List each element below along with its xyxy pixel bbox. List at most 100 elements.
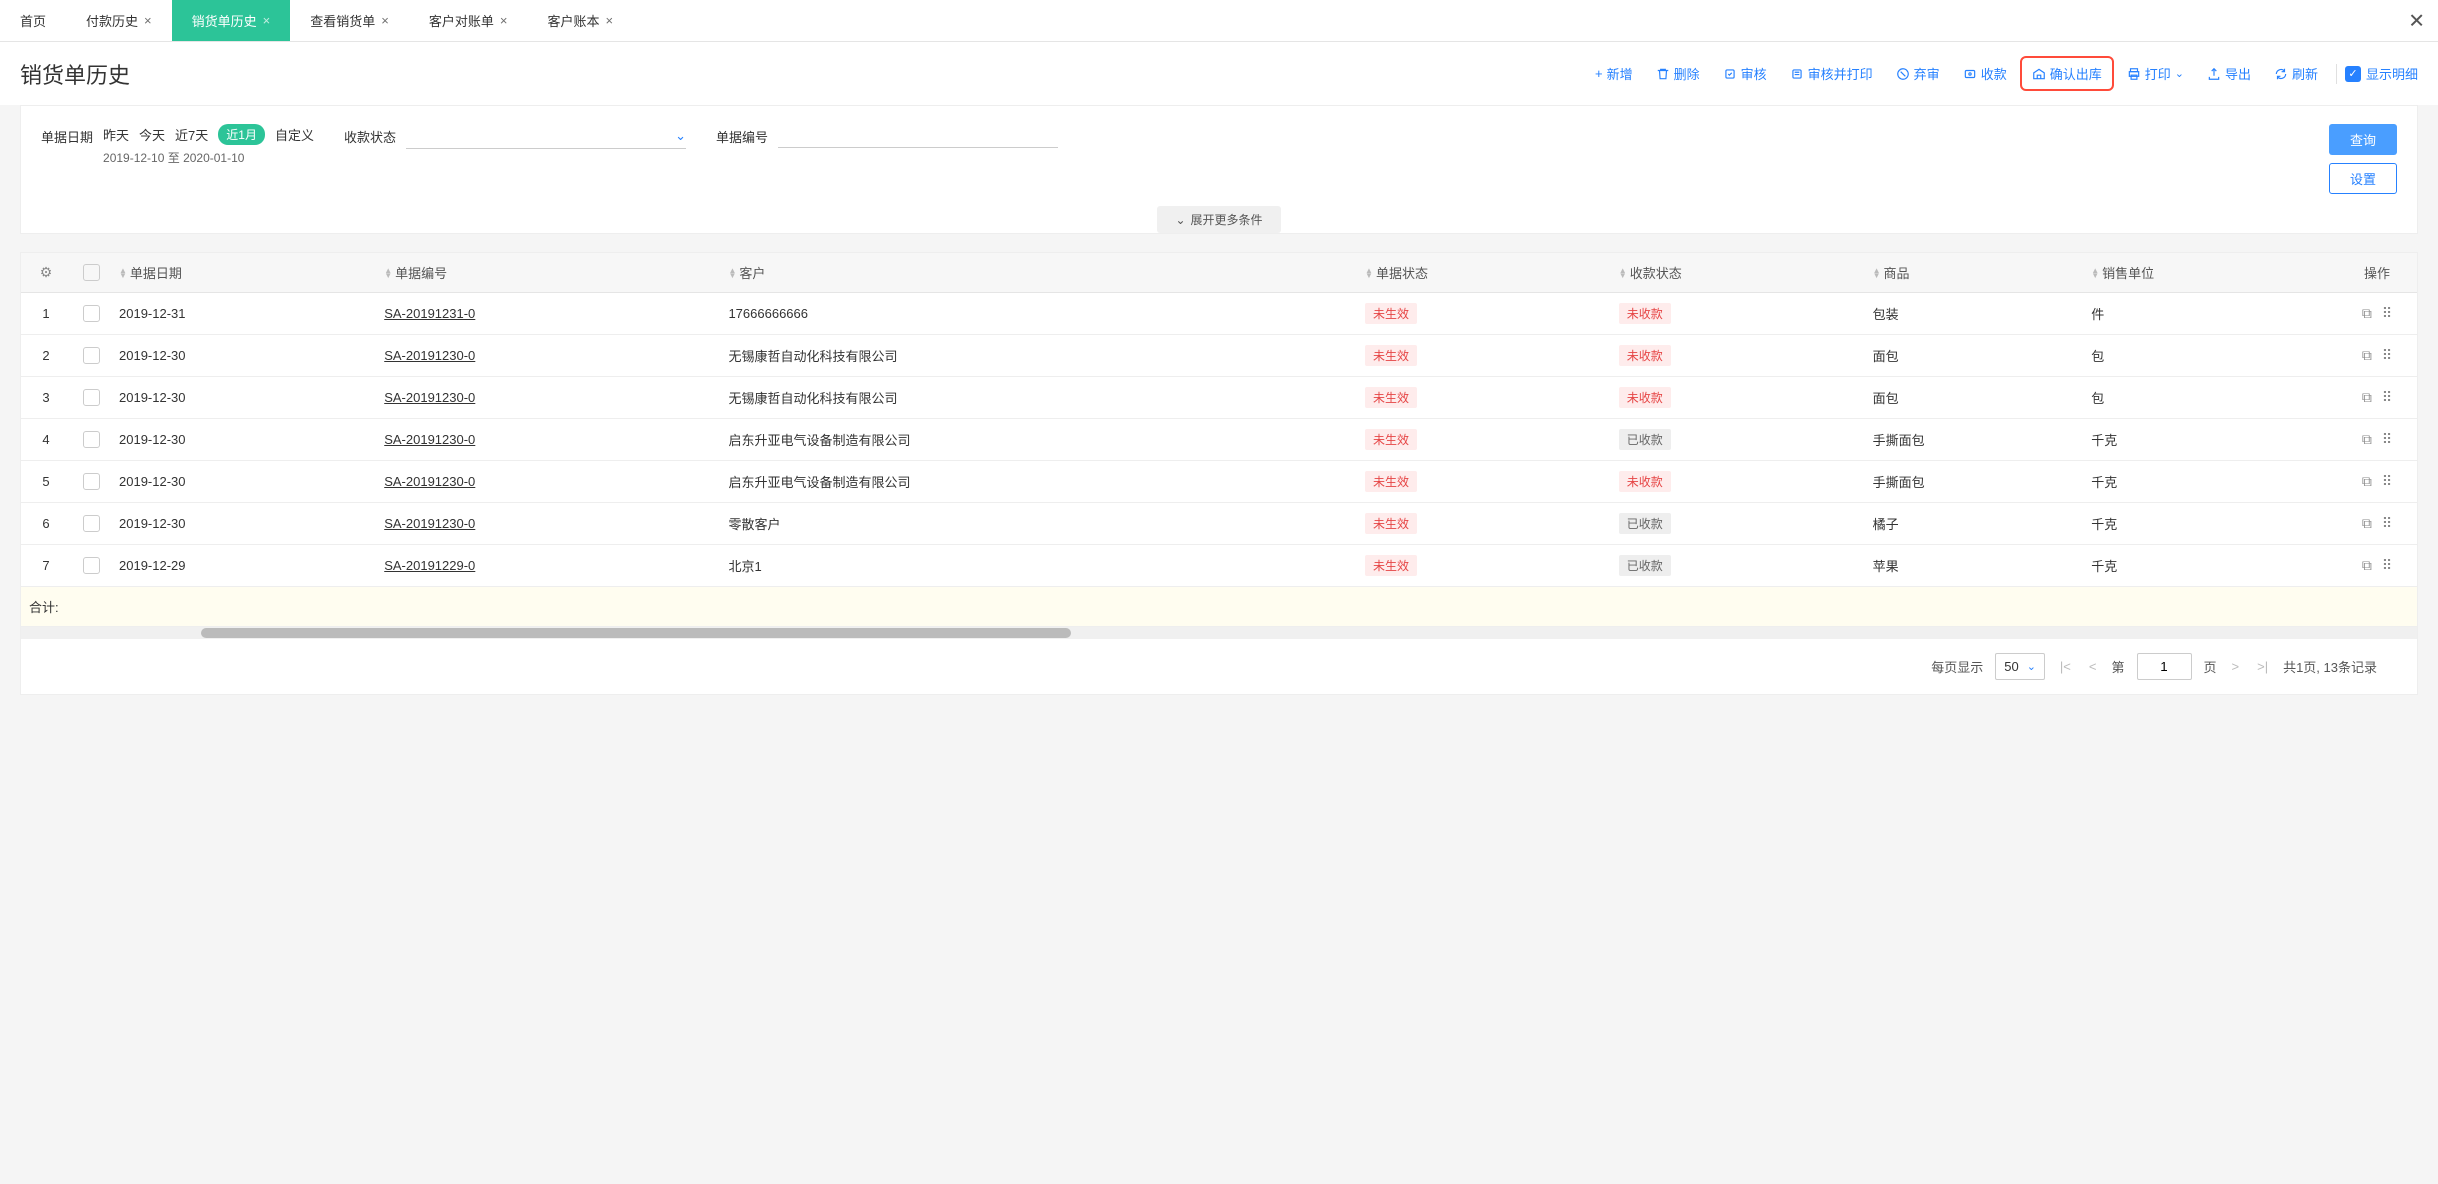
doc-link[interactable]: SA-20191231-0 bbox=[384, 306, 475, 321]
next-page-icon[interactable]: > bbox=[2229, 656, 2243, 677]
col-customer[interactable]: ▲▼客户 bbox=[720, 253, 1357, 293]
last-page-icon[interactable]: >| bbox=[2254, 656, 2271, 677]
doc-link[interactable]: SA-20191229-0 bbox=[384, 558, 475, 573]
add-button[interactable]: +新增 bbox=[1585, 59, 1643, 88]
close-icon[interactable]: × bbox=[605, 13, 613, 28]
cell-pay-status: 未收款 bbox=[1611, 335, 1865, 377]
col-product[interactable]: ▲▼商品 bbox=[1865, 253, 2084, 293]
per-page-label: 每页显示 bbox=[1931, 657, 1983, 676]
col-unit[interactable]: ▲▼销售单位 bbox=[2083, 253, 2337, 293]
view-icon[interactable]: ⧉ bbox=[2362, 473, 2372, 490]
cell-customer: 零散客户 bbox=[720, 503, 1357, 545]
tab-sales-history[interactable]: 销货单历史× bbox=[172, 0, 291, 41]
expand-filter-button[interactable]: ⌄展开更多条件 bbox=[1157, 206, 1280, 233]
unapprove-button[interactable]: 弃审 bbox=[1886, 59, 1950, 88]
col-doc-status[interactable]: ▲▼单据状态 bbox=[1357, 253, 1611, 293]
doc-link[interactable]: SA-20191230-0 bbox=[384, 432, 475, 447]
audit-button[interactable]: 审核 bbox=[1713, 59, 1777, 88]
row-checkbox[interactable] bbox=[71, 293, 111, 335]
row-index: 2 bbox=[21, 335, 71, 377]
status-badge: 未生效 bbox=[1365, 555, 1417, 576]
close-icon[interactable]: × bbox=[381, 13, 389, 28]
doc-link[interactable]: SA-20191230-0 bbox=[384, 474, 475, 489]
cell-pay-status: 未收款 bbox=[1611, 293, 1865, 335]
row-checkbox[interactable] bbox=[71, 377, 111, 419]
row-checkbox[interactable] bbox=[71, 545, 111, 587]
doc-no-input[interactable] bbox=[778, 124, 1058, 148]
close-icon[interactable]: × bbox=[500, 13, 508, 28]
row-checkbox[interactable] bbox=[71, 461, 111, 503]
export-button[interactable]: 导出 bbox=[2197, 59, 2261, 88]
trash-icon bbox=[1656, 67, 1670, 81]
table-row: 62019-12-30SA-20191230-0零散客户未生效已收款橘子千克⧉⠿ bbox=[21, 503, 2417, 545]
row-checkbox[interactable] bbox=[71, 419, 111, 461]
more-icon[interactable]: ⠿ bbox=[2382, 431, 2392, 448]
horizontal-scrollbar[interactable] bbox=[21, 627, 2417, 639]
delete-button[interactable]: 删除 bbox=[1646, 59, 1710, 88]
confirm-out-button[interactable]: 确认出库 bbox=[2020, 56, 2114, 91]
tab-customer-ledger[interactable]: 客户账本× bbox=[527, 0, 633, 41]
sort-icon: ▲▼ bbox=[384, 268, 392, 278]
cell-doc-no: SA-20191230-0 bbox=[376, 377, 720, 419]
sort-icon: ▲▼ bbox=[1873, 268, 1881, 278]
doc-link[interactable]: SA-20191230-0 bbox=[384, 390, 475, 405]
view-icon[interactable]: ⧉ bbox=[2362, 515, 2372, 532]
more-icon[interactable]: ⠿ bbox=[2382, 347, 2392, 364]
date-opt-custom[interactable]: 自定义 bbox=[275, 125, 314, 144]
col-date[interactable]: ▲▼单据日期 bbox=[111, 253, 376, 293]
view-icon[interactable]: ⧉ bbox=[2362, 305, 2372, 322]
collect-button[interactable]: 收款 bbox=[1953, 59, 2017, 88]
date-opt-yesterday[interactable]: 昨天 bbox=[103, 125, 129, 144]
cell-pay-status: 已收款 bbox=[1611, 545, 1865, 587]
print-button[interactable]: 打印⌄ bbox=[2117, 59, 2194, 88]
col-select-all[interactable] bbox=[71, 253, 111, 293]
cell-unit: 千克 bbox=[2083, 419, 2337, 461]
sort-icon: ▲▼ bbox=[1365, 268, 1373, 278]
tab-payment-history[interactable]: 付款历史× bbox=[66, 0, 172, 41]
more-icon[interactable]: ⠿ bbox=[2382, 473, 2392, 490]
refresh-button[interactable]: 刷新 bbox=[2264, 59, 2328, 88]
close-all-icon[interactable]: ✕ bbox=[2403, 3, 2430, 38]
query-button[interactable]: 查询 bbox=[2329, 124, 2397, 155]
page-input[interactable] bbox=[2137, 653, 2192, 680]
row-checkbox[interactable] bbox=[71, 503, 111, 545]
more-icon[interactable]: ⠿ bbox=[2382, 515, 2392, 532]
scrollbar-thumb[interactable] bbox=[201, 628, 1071, 638]
view-icon[interactable]: ⧉ bbox=[2362, 557, 2372, 574]
close-icon[interactable]: × bbox=[263, 13, 271, 28]
doc-link[interactable]: SA-20191230-0 bbox=[384, 516, 475, 531]
pay-status-select[interactable]: ⌄ bbox=[406, 124, 686, 149]
date-opt-today[interactable]: 今天 bbox=[139, 125, 165, 144]
tab-view-sales[interactable]: 查看销货单× bbox=[290, 0, 409, 41]
view-icon[interactable]: ⧉ bbox=[2362, 389, 2372, 406]
row-index: 1 bbox=[21, 293, 71, 335]
date-opt-week[interactable]: 近7天 bbox=[175, 125, 208, 144]
more-icon[interactable]: ⠿ bbox=[2382, 305, 2392, 322]
tab-home[interactable]: 首页 bbox=[0, 0, 66, 41]
view-icon[interactable]: ⧉ bbox=[2362, 347, 2372, 364]
cell-doc-no: SA-20191230-0 bbox=[376, 419, 720, 461]
cell-customer: 北京1 bbox=[720, 545, 1357, 587]
per-page-select[interactable]: 50⌄ bbox=[1995, 653, 2045, 680]
audit-print-button[interactable]: 审核并打印 bbox=[1780, 59, 1883, 88]
close-icon[interactable]: × bbox=[144, 13, 152, 28]
more-icon[interactable]: ⠿ bbox=[2382, 557, 2392, 574]
toolbar: +新增 删除 审核 审核并打印 弃审 收款 确认出库 打印⌄ 导出 刷新 ✓显示… bbox=[1585, 56, 2418, 91]
tab-customer-statement[interactable]: 客户对账单× bbox=[409, 0, 528, 41]
view-icon[interactable]: ⧉ bbox=[2362, 431, 2372, 448]
show-detail-toggle[interactable]: ✓显示明细 bbox=[2345, 64, 2418, 83]
stamp-print-icon bbox=[1790, 67, 1804, 81]
date-opt-month[interactable]: 近1月 bbox=[218, 124, 265, 145]
more-icon[interactable]: ⠿ bbox=[2382, 389, 2392, 406]
row-checkbox[interactable] bbox=[71, 335, 111, 377]
first-page-icon[interactable]: |< bbox=[2057, 656, 2074, 677]
setting-button[interactable]: 设置 bbox=[2329, 163, 2397, 194]
col-settings[interactable]: ⚙ bbox=[21, 253, 71, 293]
prev-page-icon[interactable]: < bbox=[2086, 656, 2100, 677]
col-doc-no[interactable]: ▲▼单据编号 bbox=[376, 253, 720, 293]
cell-doc-no: SA-20191231-0 bbox=[376, 293, 720, 335]
doc-link[interactable]: SA-20191230-0 bbox=[384, 348, 475, 363]
col-pay-status[interactable]: ▲▼收款状态 bbox=[1611, 253, 1865, 293]
plus-icon: + bbox=[1595, 66, 1603, 81]
status-badge: 未生效 bbox=[1365, 471, 1417, 492]
